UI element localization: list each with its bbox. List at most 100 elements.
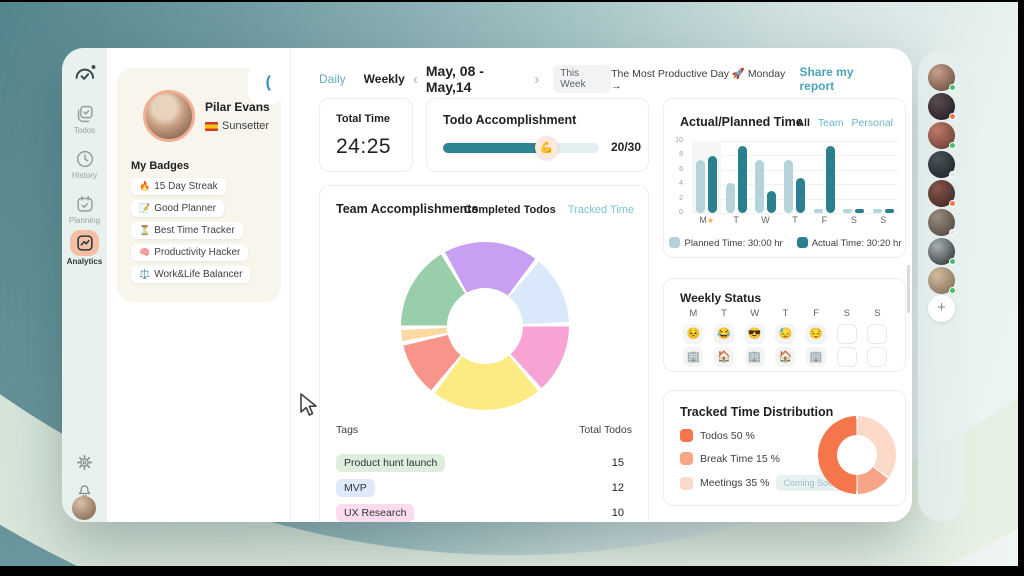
legend-planned: Planned Time: 30:00 hr — [669, 237, 782, 249]
todo-progress-fill — [443, 143, 547, 153]
status-dot — [949, 113, 956, 120]
gridline — [692, 213, 898, 214]
tab-weekly[interactable]: Weekly — [364, 72, 405, 86]
bar-group-S — [869, 141, 898, 213]
analytics-chart-icon — [74, 232, 96, 254]
todo-progress-bar: 💪 — [443, 143, 599, 153]
place-emoji-tile: 🏢 — [806, 347, 826, 367]
x-axis-label: F — [810, 215, 839, 225]
hourglass-icon: ⏳ — [139, 225, 150, 236]
team-accomplishments-donut-chart — [401, 242, 569, 410]
status-dot — [949, 171, 956, 178]
badge-label: 15 Day Streak — [154, 181, 217, 192]
tag-pill[interactable]: Product hunt launch — [336, 454, 445, 472]
member-avatar[interactable] — [928, 151, 955, 178]
mood-emoji-tile — [867, 324, 887, 344]
weekly-day-label: W — [739, 307, 770, 321]
prev-week-chevron[interactable]: ‹ — [413, 71, 418, 88]
x-axis-label: S — [869, 215, 898, 225]
star-icon: ★ — [707, 216, 714, 225]
sidebar-item-analytics[interactable]: Analytics — [62, 230, 107, 266]
mood-emoji-tile: 😓 — [775, 324, 795, 344]
weekly-status-column: W 😎 🏢 — [739, 307, 770, 367]
tab-completed-todos[interactable]: Completed Todos — [464, 204, 556, 216]
tracked-time-card: Tracked Time Distribution Todos 50 %Brea… — [663, 390, 906, 506]
weekly-day-label: M — [678, 307, 709, 321]
crescent-moon-icon[interactable]: ( — [266, 74, 271, 92]
place-emoji-tile: 🏢 — [745, 347, 765, 367]
this-week-badge: This Week — [553, 65, 611, 93]
member-avatar[interactable] — [928, 180, 955, 207]
y-axis-tick: 6 — [679, 166, 683, 173]
badge-label: Best Time Tracker — [154, 225, 235, 236]
weekly-day-label: T — [709, 307, 740, 321]
sidebar-item-todos[interactable]: Todos — [62, 103, 107, 135]
scope-tabs: All Team Personal — [796, 117, 893, 129]
share-report-button[interactable]: Share my report — [799, 65, 885, 93]
weekly-day-label: S — [831, 307, 862, 321]
tag-pill[interactable]: UX Research — [336, 504, 414, 522]
mood-emoji-tile — [837, 324, 857, 344]
actual-swatch — [797, 237, 808, 248]
weekly-status-card: Weekly Status M😣🏢T😂🏠W😎🏢T😓🏠F😔🏢SS — [663, 278, 906, 372]
scrollbar-thumb[interactable] — [907, 265, 910, 313]
total-time-label: Total Time — [336, 113, 390, 125]
tab-daily[interactable]: Daily — [319, 72, 346, 86]
scope-tab-team[interactable]: Team — [818, 117, 844, 129]
mood-emoji-tile: 😎 — [745, 324, 765, 344]
member-avatar[interactable] — [928, 238, 955, 265]
badge-pill: 📝Good Planner — [131, 200, 224, 217]
bar-planned-time — [755, 160, 764, 213]
status-dot — [949, 84, 956, 91]
tag-total-value: 15 — [612, 457, 632, 469]
pencil-icon: 📝 — [139, 203, 150, 214]
donut-hole — [837, 435, 877, 475]
profile-avatar[interactable] — [143, 90, 195, 142]
balance-scale-icon: ⚖️ — [139, 269, 150, 280]
date-range: May, 08 - May,14 — [426, 63, 526, 95]
bar-group-W — [751, 141, 780, 213]
member-avatar[interactable] — [928, 122, 955, 149]
weekly-day-label: T — [770, 307, 801, 321]
y-axis-tick: 2 — [679, 195, 683, 202]
team-name: Sunsetter — [222, 120, 269, 132]
sidebar-item-history[interactable]: History — [62, 148, 107, 180]
tag-pill[interactable]: MVP — [336, 479, 375, 497]
actual-planned-time-card: Actual/Planned Time AllTeamPersonal M★TW… — [663, 98, 906, 258]
tab-tracked-time[interactable]: Tracked Time — [568, 204, 634, 216]
weekly-status-title: Weekly Status — [680, 291, 761, 305]
next-week-chevron[interactable]: › — [534, 71, 539, 88]
y-axis-tick: 10 — [675, 137, 683, 144]
add-member-button[interactable]: + — [928, 295, 955, 322]
tag-row: MVP12 — [336, 479, 632, 497]
current-user-avatar[interactable] — [72, 496, 96, 520]
scope-tab-personal[interactable]: Personal — [852, 117, 893, 129]
planning-calendar-icon — [74, 193, 96, 215]
member-avatar[interactable] — [928, 267, 955, 294]
planned-swatch — [669, 237, 680, 248]
member-avatar[interactable] — [928, 64, 955, 91]
legend-swatch — [680, 477, 693, 490]
weekly-day-label: F — [801, 307, 832, 321]
place-emoji-tile — [867, 347, 887, 367]
bar-actual-time — [708, 156, 717, 213]
tracked-time-label: Break Time 15 % — [700, 453, 780, 465]
app-window: Todos History Planning Analytics — [62, 48, 912, 522]
bar-group-M — [692, 141, 721, 213]
bar-actual-time — [855, 209, 864, 213]
badge-label: Productivity Hacker — [154, 247, 240, 258]
todo-accomplishment-label: Todo Accomplishment — [443, 113, 576, 127]
status-dot — [949, 229, 956, 236]
mood-emoji-tile: 😣 — [683, 324, 703, 344]
settings-gear-icon[interactable] — [75, 453, 94, 472]
x-axis-label: S — [839, 215, 868, 225]
member-avatar[interactable] — [928, 209, 955, 236]
x-axis-label: T — [780, 215, 809, 225]
flame-icon: 🔥 — [139, 181, 150, 192]
todos-copy-icon — [74, 103, 96, 125]
profile-panel: ( Pilar Evans Sunsetter My Badges 🔥15 Da… — [107, 48, 291, 522]
member-avatar[interactable] — [928, 93, 955, 120]
scope-tab-all[interactable]: All — [796, 117, 809, 129]
sidebar-item-planning[interactable]: Planning — [62, 193, 107, 225]
y-axis-tick: 0 — [679, 209, 683, 216]
